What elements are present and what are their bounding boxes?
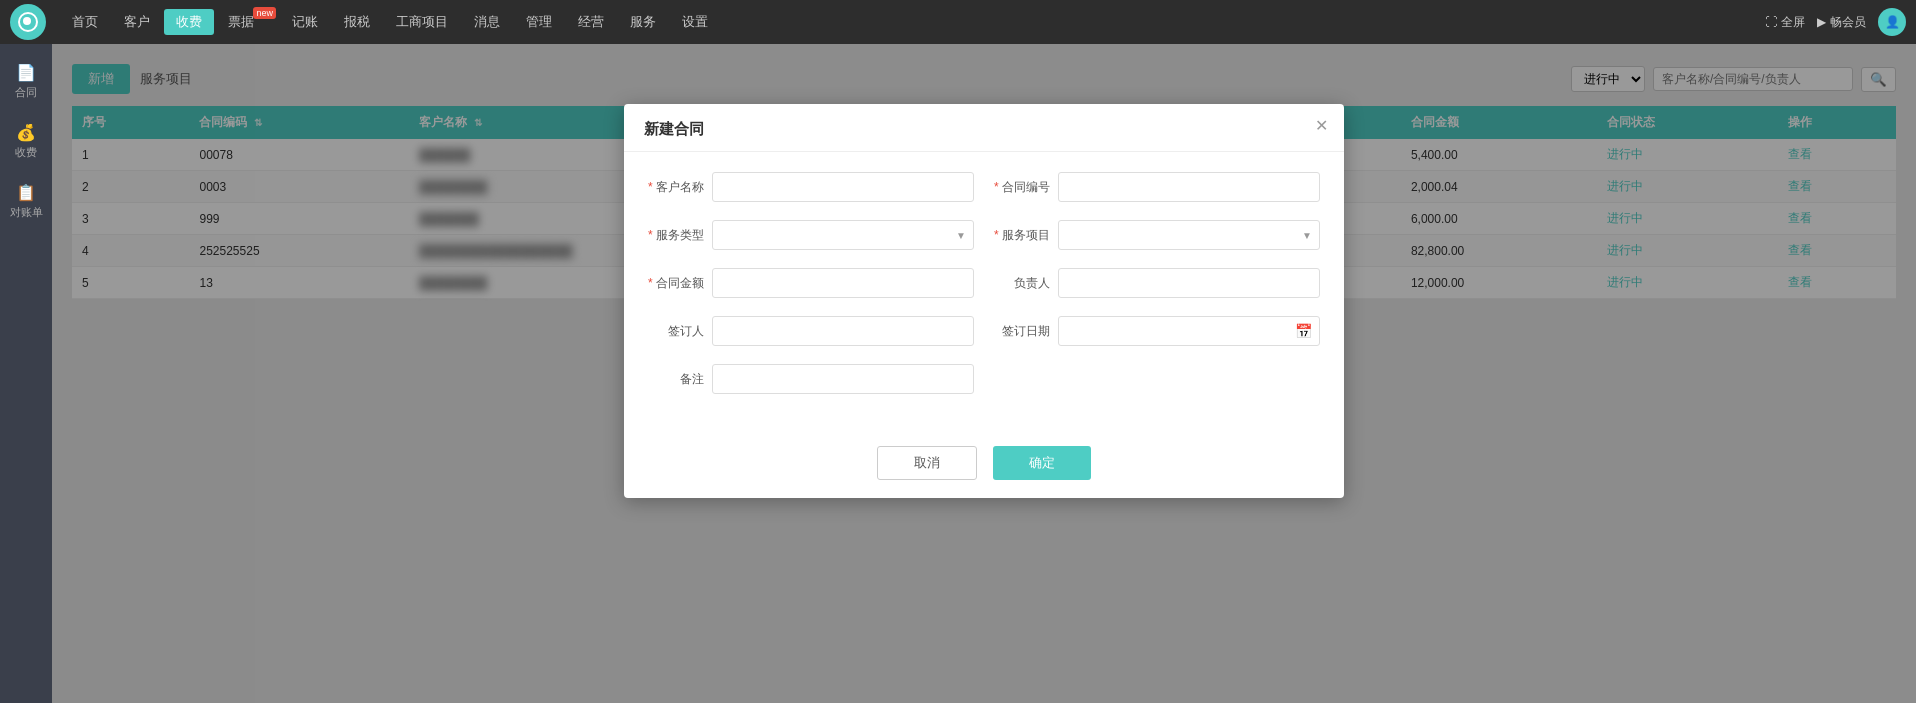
responsible-input[interactable] — [1058, 268, 1320, 298]
service-item-label: 服务项目 — [994, 227, 1050, 244]
form-group-responsible: 负责人 — [994, 268, 1320, 298]
form-group-customer-name: 客户名称 — [648, 172, 974, 202]
new-contract-modal: 新建合同 ✕ 客户名称 合同编号 服务类型 — [624, 104, 1344, 498]
calendar-icon[interactable]: 📅 — [1295, 323, 1312, 339]
nav-item-ticket[interactable]: 票据 new — [216, 9, 278, 35]
form-row-3: 合同金额 0.00 负责人 — [648, 268, 1320, 298]
charge-icon: 💰 — [16, 122, 36, 142]
sidebar-item-charge[interactable]: 💰 收费 — [4, 114, 48, 168]
sign-date-label: 签订日期 — [994, 323, 1050, 340]
modal-footer: 取消 确定 — [624, 432, 1344, 498]
nav-item-tax[interactable]: 报税 — [332, 9, 382, 35]
modal-body: 客户名称 合同编号 服务类型 服务项目 — [624, 152, 1344, 432]
contract-icon: 📄 — [16, 62, 36, 82]
avatar-icon: 👤 — [1885, 15, 1900, 29]
form-group-sign-date: 签订日期 2023-06-06 📅 — [994, 316, 1320, 346]
member-button[interactable]: ▶ 畅会员 — [1817, 14, 1866, 31]
nav-item-manage[interactable]: 管理 — [514, 9, 564, 35]
cancel-button[interactable]: 取消 — [877, 446, 977, 480]
form-group-signer: 签订人 — [648, 316, 974, 346]
remark-label: 备注 — [648, 371, 704, 388]
signer-label: 签订人 — [648, 323, 704, 340]
service-type-label: 服务类型 — [648, 227, 704, 244]
nav-item-message[interactable]: 消息 — [462, 9, 512, 35]
form-group-service-item: 服务项目 — [994, 220, 1320, 250]
form-row-2: 服务类型 服务项目 — [648, 220, 1320, 250]
confirm-button[interactable]: 确定 — [993, 446, 1091, 480]
statement-icon: 📋 — [16, 182, 36, 202]
top-nav: 首页 客户 收费 票据 new 记账 报税 工商项目 消息 管理 经营 服务 设… — [0, 0, 1916, 44]
form-row-4: 签订人 签订日期 2023-06-06 📅 — [648, 316, 1320, 346]
nav-item-industrial[interactable]: 工商项目 — [384, 9, 460, 35]
play-icon: ▶ — [1817, 15, 1826, 29]
remark-input[interactable] — [712, 364, 974, 394]
amount-input[interactable]: 0.00 — [712, 268, 974, 298]
fullscreen-button[interactable]: ⛶ 全屏 — [1765, 14, 1805, 31]
nav-item-service[interactable]: 服务 — [618, 9, 668, 35]
customer-name-input[interactable] — [712, 172, 974, 202]
nav-right: ⛶ 全屏 ▶ 畅会员 👤 — [1765, 8, 1906, 36]
avatar[interactable]: 👤 — [1878, 8, 1906, 36]
modal-title: 新建合同 — [644, 120, 704, 137]
nav-item-operation[interactable]: 经营 — [566, 9, 616, 35]
app-logo — [10, 4, 46, 40]
service-item-select-wrapper — [1058, 220, 1320, 250]
sign-date-input[interactable]: 2023-06-06 — [1058, 316, 1320, 346]
modal-overlay: 新建合同 ✕ 客户名称 合同编号 服务类型 — [52, 44, 1916, 703]
service-item-select[interactable] — [1058, 220, 1320, 250]
signer-input[interactable] — [712, 316, 974, 346]
nav-item-charge[interactable]: 收费 — [164, 9, 214, 35]
form-group-service-type: 服务类型 — [648, 220, 974, 250]
nav-item-settings[interactable]: 设置 — [670, 9, 720, 35]
sidebar-item-statement[interactable]: 📋 对账单 — [4, 174, 48, 228]
modal-header: 新建合同 ✕ — [624, 104, 1344, 152]
form-row-1: 客户名称 合同编号 — [648, 172, 1320, 202]
sidebar-item-contract[interactable]: 📄 合同 — [4, 54, 48, 108]
service-type-select-wrapper — [712, 220, 974, 250]
sidebar: 📄 合同 💰 收费 📋 对账单 — [0, 44, 52, 703]
form-group-contract-no: 合同编号 — [994, 172, 1320, 202]
contract-no-input[interactable] — [1058, 172, 1320, 202]
form-row-5: 备注 — [648, 364, 1320, 394]
new-badge: new — [253, 7, 276, 19]
contract-no-label: 合同编号 — [994, 179, 1050, 196]
nav-item-client[interactable]: 客户 — [112, 9, 162, 35]
nav-item-bookkeeping[interactable]: 记账 — [280, 9, 330, 35]
service-type-select[interactable] — [712, 220, 974, 250]
modal-close-button[interactable]: ✕ — [1315, 116, 1328, 135]
responsible-label: 负责人 — [994, 275, 1050, 292]
fullscreen-icon: ⛶ — [1765, 15, 1777, 29]
customer-name-label: 客户名称 — [648, 179, 704, 196]
nav-item-home[interactable]: 首页 — [60, 9, 110, 35]
nav-menu: 首页 客户 收费 票据 new 记账 报税 工商项目 消息 管理 经营 服务 设… — [60, 9, 1765, 35]
amount-label: 合同金额 — [648, 275, 704, 292]
form-group-remark: 备注 — [648, 364, 974, 394]
sign-date-wrapper: 2023-06-06 📅 — [1058, 316, 1320, 346]
form-group-amount: 合同金额 0.00 — [648, 268, 974, 298]
